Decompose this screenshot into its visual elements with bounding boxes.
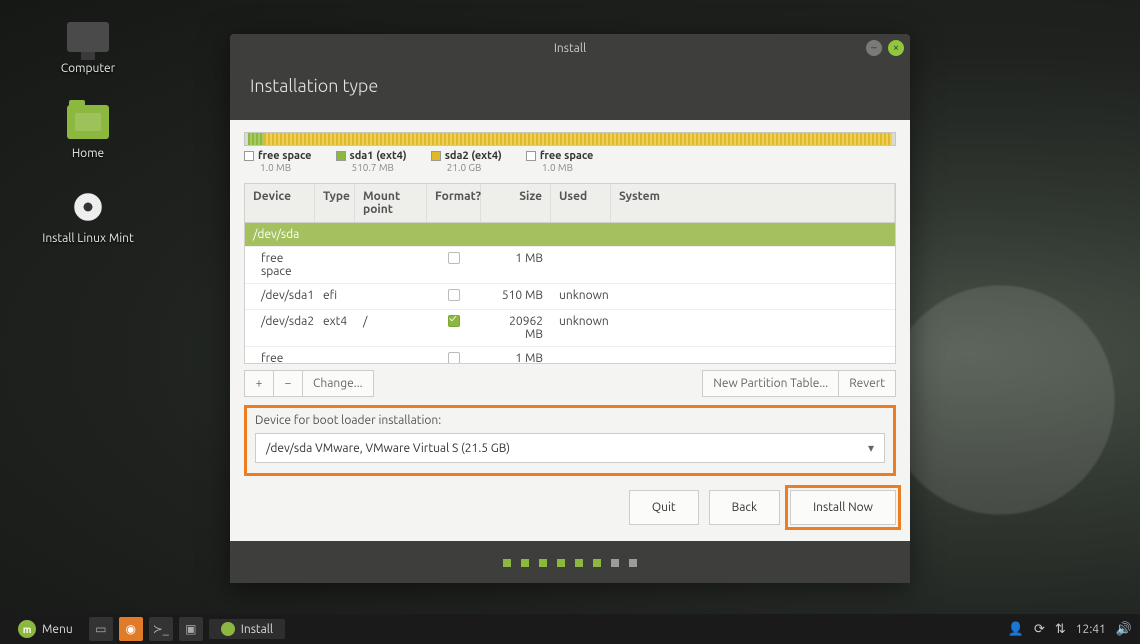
folder-icon: [67, 105, 109, 139]
swatch-icon: [526, 151, 536, 161]
titlebar[interactable]: Install – ×: [230, 34, 910, 62]
step-dot: [629, 559, 637, 567]
terminal-launcher[interactable]: ≻_: [149, 617, 173, 641]
partition-seg-sda2: [264, 133, 892, 145]
step-dot: [521, 559, 529, 567]
table-row[interactable]: /dev/sda2 ext4 / 20962 MB unknown: [245, 310, 895, 347]
step-dot: [611, 559, 619, 567]
new-partition-table-button[interactable]: New Partition Table...: [702, 370, 839, 397]
user-icon[interactable]: 👤: [1008, 622, 1024, 637]
window-title: Install: [554, 42, 586, 55]
taskbar-task-install[interactable]: Install: [209, 619, 285, 639]
remove-partition-button[interactable]: −: [273, 370, 303, 397]
step-dot: [503, 559, 511, 567]
table-row[interactable]: free space 1 MB: [245, 247, 895, 284]
swatch-icon: [336, 151, 346, 161]
system-tray: 👤 ⟳ ⇅ 12:41 🔊: [1008, 622, 1132, 637]
desktop-icon-computer[interactable]: Computer: [28, 18, 148, 75]
format-checkbox[interactable]: [448, 252, 460, 264]
partition-toolbar: + − Change... New Partition Table... Rev…: [244, 370, 896, 397]
page-heading: Installation type: [250, 76, 890, 96]
minimize-button[interactable]: –: [866, 40, 882, 56]
firefox-launcher[interactable]: ◉: [119, 617, 143, 641]
volume-icon[interactable]: 🔊: [1116, 622, 1132, 637]
revert-button[interactable]: Revert: [838, 370, 896, 397]
mint-logo-icon: m: [18, 620, 36, 638]
desktop-icons: Computer Home Install Linux Mint: [28, 18, 148, 273]
updates-icon[interactable]: ⟳: [1034, 622, 1045, 637]
desktop-icon-label: Home: [72, 147, 104, 160]
legend-item: free space 1.0 MB: [244, 150, 312, 173]
desktop-icon-install[interactable]: Install Linux Mint: [28, 188, 148, 245]
table-header: Device Type Mount point Format? Size Use…: [245, 184, 895, 223]
close-button[interactable]: ×: [888, 40, 904, 56]
install-now-button[interactable]: Install Now: [790, 490, 896, 525]
partition-legend: free space 1.0 MB sda1 (ext4) 510.7 MB s…: [244, 150, 896, 173]
legend-item: free space 1.0 MB: [526, 150, 594, 173]
format-checkbox[interactable]: [448, 315, 460, 327]
installer-window: Install – × Installation type free space…: [230, 34, 910, 583]
files-launcher[interactable]: ▣: [179, 617, 203, 641]
step-dot: [557, 559, 565, 567]
partition-seg-free: [892, 133, 895, 145]
swatch-icon: [244, 151, 254, 161]
taskbar: m Menu ▭ ◉ ≻_ ▣ Install 👤 ⟳ ⇅ 12:41 🔊: [0, 614, 1140, 644]
network-icon[interactable]: ⇅: [1055, 622, 1066, 637]
format-checkbox[interactable]: [448, 289, 460, 301]
quit-button[interactable]: Quit: [629, 490, 699, 525]
back-button[interactable]: Back: [709, 490, 780, 525]
bootloader-section: Device for boot loader installation: /de…: [244, 405, 896, 476]
format-checkbox[interactable]: [448, 352, 460, 363]
installer-content: free space 1.0 MB sda1 (ext4) 510.7 MB s…: [230, 120, 910, 541]
swatch-icon: [431, 151, 441, 161]
bootloader-label: Device for boot loader installation:: [255, 414, 885, 427]
legend-item: sda1 (ext4) 510.7 MB: [336, 150, 407, 173]
step-dot: [575, 559, 583, 567]
bootloader-device-select[interactable]: /dev/sda VMware, VMware Virtual S (21.5 …: [255, 433, 885, 463]
wizard-buttons: Quit Back Install Now: [244, 490, 896, 525]
desktop-icon-label: Computer: [61, 62, 115, 75]
partition-table: Device Type Mount point Format? Size Use…: [244, 183, 896, 364]
desktop-icon-home[interactable]: Home: [28, 103, 148, 160]
clock[interactable]: 12:41: [1076, 623, 1106, 636]
table-row[interactable]: /dev/sda1 efi 510 MB unknown: [245, 284, 895, 310]
task-icon: [221, 622, 235, 636]
legend-item: sda2 (ext4) 21.0 GB: [431, 150, 502, 173]
add-partition-button[interactable]: +: [244, 370, 274, 397]
partition-bar[interactable]: [244, 132, 896, 146]
table-row-device-group[interactable]: /dev/sda: [245, 223, 895, 247]
step-dot: [593, 559, 601, 567]
computer-icon: [67, 22, 109, 52]
desktop-icon-label: Install Linux Mint: [42, 232, 133, 245]
show-desktop-launcher[interactable]: ▭: [89, 617, 113, 641]
disc-icon: [68, 187, 108, 227]
change-partition-button[interactable]: Change...: [302, 370, 374, 397]
table-row[interactable]: free space 1 MB: [245, 347, 895, 363]
progress-dots: [230, 541, 910, 583]
partition-seg-sda1: [248, 133, 264, 145]
step-dot: [539, 559, 547, 567]
menu-button[interactable]: m Menu: [8, 616, 83, 642]
